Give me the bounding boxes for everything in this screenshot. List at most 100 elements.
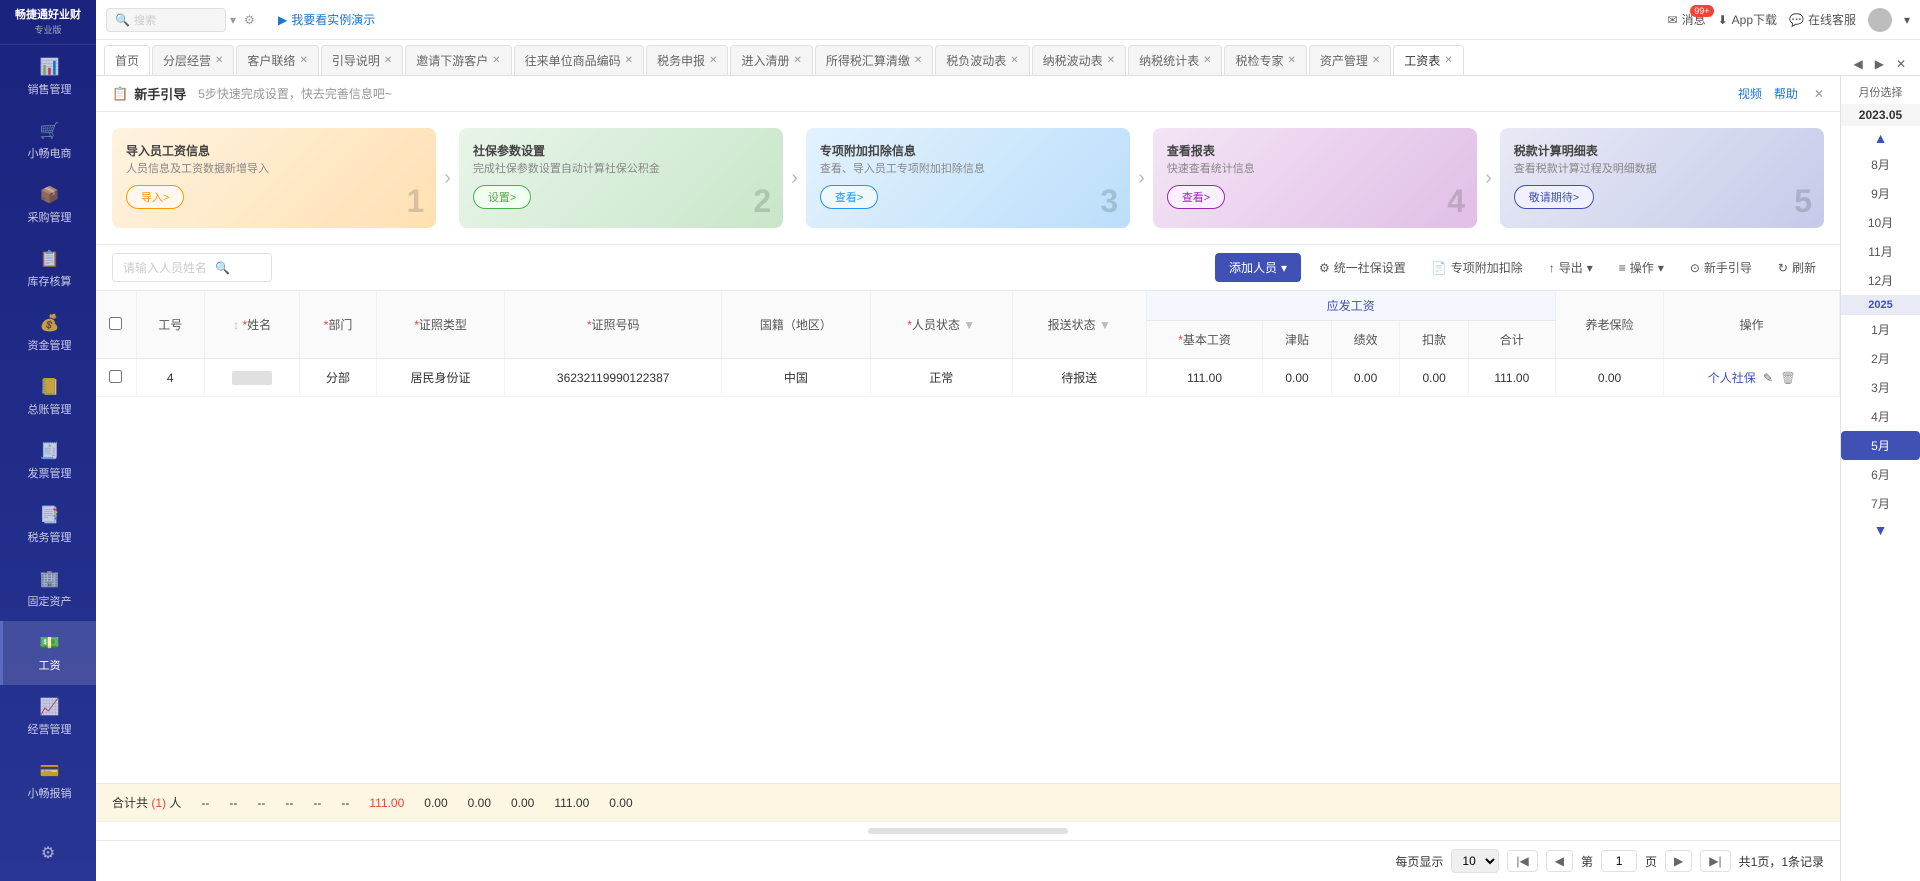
sidebar-item-小畅报销[interactable]: 💳 小畅报销: [0, 749, 96, 813]
delete-icon[interactable]: 🗑: [1780, 371, 1795, 385]
select-all-checkbox[interactable]: [109, 317, 122, 330]
tab-5[interactable]: 往来单位商品编码✕: [514, 45, 644, 75]
month-item-12[interactable]: 12月: [1841, 266, 1920, 295]
month-item-10[interactable]: 10月: [1841, 208, 1920, 237]
month-prev-nav[interactable]: ▲: [1870, 126, 1892, 150]
refresh-button[interactable]: ↻ 刷新: [1770, 255, 1824, 280]
sidebar-item-采购管理[interactable]: 📦 采购管理: [0, 173, 96, 237]
sidebar-item-固定资产[interactable]: 🏢 固定资产: [0, 557, 96, 621]
step-btn-3[interactable]: 查看>: [820, 185, 878, 209]
tab-close-icon[interactable]: ✕: [1444, 55, 1452, 66]
tab-close-all[interactable]: ✕: [1890, 53, 1912, 75]
month-item-6[interactable]: 6月: [1841, 460, 1920, 489]
sidebar-item-库存核算[interactable]: 📋 库存核算: [0, 237, 96, 301]
tab-close-icon[interactable]: ✕: [1372, 55, 1380, 66]
month-item-3[interactable]: 3月: [1841, 373, 1920, 402]
add-staff-button[interactable]: 添加人员 ▾: [1215, 253, 1301, 282]
tab-close-icon[interactable]: ✕: [492, 55, 500, 66]
sidebar-item-资金管理[interactable]: 💰 资金管理: [0, 301, 96, 365]
video-link[interactable]: 视频: [1738, 85, 1762, 102]
month-item-7[interactable]: 7月: [1841, 489, 1920, 518]
sidebar-item-工资[interactable]: 💵 工资: [0, 621, 96, 685]
tab-6[interactable]: 税务申报✕: [646, 45, 728, 75]
tab-8[interactable]: 所得税汇算清缴✕: [815, 45, 933, 75]
tab-close-icon[interactable]: ✕: [793, 55, 801, 66]
export-button[interactable]: ↑ 导出 ▾: [1541, 255, 1601, 280]
month-item-9[interactable]: 9月: [1841, 179, 1920, 208]
sidebar-item-经营管理[interactable]: 📈 经营管理: [0, 685, 96, 749]
search-submit-icon[interactable]: 🔍: [215, 261, 230, 275]
horizontal-scrollbar[interactable]: [868, 828, 1068, 834]
filter-icon[interactable]: ▼: [963, 318, 975, 332]
dropdown-icon[interactable]: ▾: [230, 13, 236, 27]
app-download-button[interactable]: ⬇ App下载: [1718, 11, 1777, 28]
tab-12[interactable]: 税检专家✕: [1224, 45, 1306, 75]
tab-close-icon[interactable]: ✕: [299, 55, 307, 66]
row-checkbox[interactable]: [109, 370, 122, 383]
sidebar-item-小畅电商[interactable]: 🛒 小畅电商: [0, 109, 96, 173]
settings-icon[interactable]: ⚙: [244, 13, 255, 27]
guide-close-icon[interactable]: ✕: [1814, 87, 1824, 101]
special-deduction-button[interactable]: 📄 专项附加扣除: [1424, 255, 1531, 280]
tab-close-icon[interactable]: ✕: [1010, 55, 1018, 66]
per-page-select[interactable]: 10 20 50: [1451, 849, 1499, 873]
sidebar-item-总账管理[interactable]: 📒 总账管理: [0, 365, 96, 429]
sidebar-item-销售管理[interactable]: 📊 销售管理: [0, 45, 96, 109]
month-item-11[interactable]: 11月: [1841, 237, 1920, 266]
topbar-search[interactable]: 🔍 搜索: [106, 8, 226, 32]
tab-10[interactable]: 纳税波动表✕: [1032, 45, 1126, 75]
month-next-nav[interactable]: ▼: [1870, 518, 1892, 542]
prev-page-button[interactable]: ◀: [1546, 850, 1573, 872]
step-btn-5[interactable]: 敬请期待>: [1514, 185, 1594, 209]
tab-prev-arrow[interactable]: ◀: [1847, 53, 1868, 75]
tab-2[interactable]: 客户联络✕: [236, 45, 318, 75]
tab-0[interactable]: 首页: [104, 45, 150, 75]
first-page-button[interactable]: |◀: [1507, 850, 1537, 872]
sidebar-item-基础信息[interactable]: ℹ️ 基础信息: [0, 813, 96, 825]
tab-13[interactable]: 资产管理✕: [1309, 45, 1391, 75]
guide-button[interactable]: ⊙ 新手引导: [1682, 255, 1760, 280]
tab-close-icon[interactable]: ✕: [215, 55, 223, 66]
month-item-8[interactable]: 8月: [1841, 150, 1920, 179]
tab-close-icon[interactable]: ✕: [1203, 55, 1211, 66]
last-page-button[interactable]: ▶|: [1700, 850, 1730, 872]
sidebar-item-发票管理[interactable]: 🧾 发票管理: [0, 429, 96, 493]
personal-insurance-link[interactable]: 个人社保: [1708, 371, 1756, 385]
filter-icon[interactable]: ▼: [1099, 318, 1111, 332]
tab-next-arrow[interactable]: ▶: [1869, 53, 1890, 75]
online-service-button[interactable]: 💬 在线客服: [1789, 11, 1856, 28]
tab-close-icon[interactable]: ✕: [625, 55, 633, 66]
tab-14[interactable]: 工资表✕: [1393, 45, 1463, 76]
unified-settings-button[interactable]: ⚙ 统一社保设置: [1311, 255, 1414, 280]
step-btn-2[interactable]: 设置>: [473, 185, 531, 209]
tab-close-icon[interactable]: ✕: [914, 55, 922, 66]
sort-icon[interactable]: ↕: [233, 318, 239, 332]
page-input[interactable]: [1601, 850, 1637, 872]
month-item-5-active[interactable]: 5月: [1841, 431, 1920, 460]
tab-4[interactable]: 邀请下游客户✕: [405, 45, 511, 75]
tab-7[interactable]: 进入清册✕: [730, 45, 812, 75]
month-item-1[interactable]: 1月: [1841, 315, 1920, 344]
user-menu-button[interactable]: ▾: [1904, 13, 1910, 27]
step-btn-4[interactable]: 查看>: [1167, 185, 1225, 209]
sidebar-item-税务管理[interactable]: 📑 税务管理: [0, 493, 96, 557]
tab-1[interactable]: 分层经营✕: [152, 45, 234, 75]
staff-search-input[interactable]: 请输入人员姓名 🔍: [112, 253, 272, 282]
tab-close-icon[interactable]: ✕: [709, 55, 717, 66]
tab-close-icon[interactable]: ✕: [1107, 55, 1115, 66]
operations-button[interactable]: ≡ 操作 ▾: [1611, 255, 1672, 280]
avatar[interactable]: [1868, 8, 1892, 32]
tab-9[interactable]: 税负波动表✕: [935, 45, 1029, 75]
month-item-2[interactable]: 2月: [1841, 344, 1920, 373]
demo-link[interactable]: ▶ 我要看实例演示: [278, 11, 375, 28]
message-button[interactable]: ✉ 消息 99+: [1668, 11, 1706, 28]
tab-close-icon[interactable]: ✕: [1288, 55, 1296, 66]
tab-close-icon[interactable]: ✕: [384, 55, 392, 66]
edit-icon[interactable]: ✎: [1763, 371, 1773, 385]
month-item-4[interactable]: 4月: [1841, 402, 1920, 431]
tab-3[interactable]: 引导说明✕: [321, 45, 403, 75]
step-btn-1[interactable]: 导入>: [126, 185, 184, 209]
help-link[interactable]: 帮助: [1774, 85, 1798, 102]
next-page-button[interactable]: ▶: [1665, 850, 1692, 872]
settings-icon[interactable]: ⚙: [33, 835, 63, 871]
